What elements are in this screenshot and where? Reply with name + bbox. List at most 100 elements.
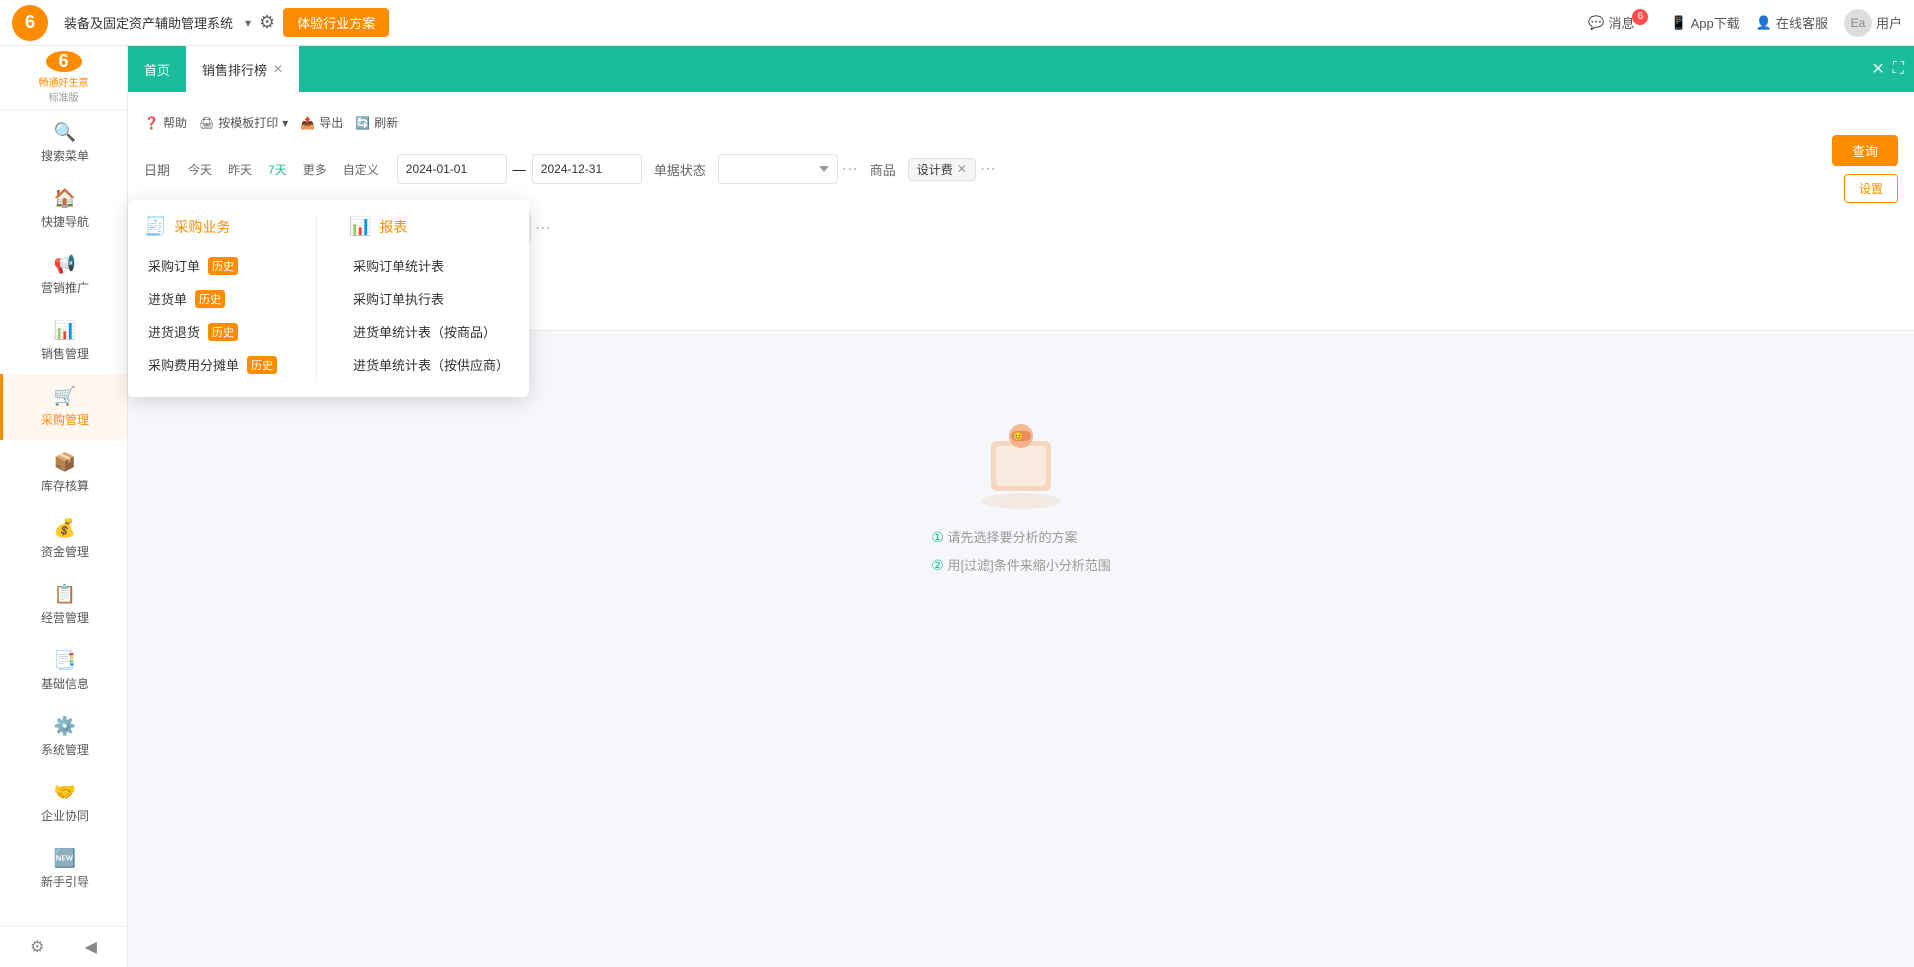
sidebar-item-finance[interactable]: 💰 资金管理 <box>0 506 127 572</box>
menu-item-incoming-return-label: 进货退货 <box>148 322 200 341</box>
system-title: 装备及固定资产辅助管理系统 <box>64 13 233 32</box>
solution-button[interactable]: 体验行业方案 <box>283 8 389 37</box>
refresh-icon: 🔄 <box>355 116 370 130</box>
menu-item-incoming-stat-supplier-label: 进货单统计表（按供应商） <box>353 355 509 374</box>
top-bar-right: 💬 消息 6 📱 App下载 👤 在线客服 Ea 用户 <box>1588 9 1902 37</box>
status-more-icon[interactable]: ⋯ <box>842 159 858 179</box>
top-bar-actions: 体验行业方案 <box>283 8 389 37</box>
sidebar-item-enterprise[interactable]: 🤝 企业协同 <box>0 770 127 836</box>
date-range: — <box>397 154 642 184</box>
history-badge-1: 历史 <box>195 290 225 308</box>
sidebar-label-basic: 基础信息 <box>41 675 89 692</box>
goods-tag-text: 设计费 <box>917 161 953 178</box>
menu-item-purchase-order-stat[interactable]: 采购订单统计表 <box>349 249 513 282</box>
sidebar-label-search: 搜索菜单 <box>41 147 89 164</box>
export-label: 导出 <box>319 114 343 131</box>
goods-tag-close[interactable]: ✕ <box>957 162 967 176</box>
tab-expand-icon[interactable]: ⛶ <box>1893 60 1904 78</box>
purchase-col: 🧾 采购业务 采购订单 历史 进货单 历史 进货退货 历史 采购费用分摊单 历史 <box>144 216 284 381</box>
sidebar-item-quick[interactable]: 🏠 快捷导航 <box>0 176 127 242</box>
empty-icon: 😊 <box>961 411 1081 511</box>
sidebar-item-basic[interactable]: 📑 基础信息 <box>0 638 127 704</box>
inventory-icon: 📦 <box>54 452 76 473</box>
tab-sales-rank[interactable]: 销售排行榜 ✕ <box>186 46 299 92</box>
phone-icon: 📱 <box>1670 15 1686 31</box>
set-button[interactable]: 设置 <box>1844 174 1898 203</box>
tab-close-all-icon[interactable]: ✕ <box>1871 59 1884 79</box>
user-area[interactable]: Ea 用户 <box>1844 9 1902 37</box>
date-end-input[interactable] <box>532 154 642 184</box>
salesperson-more-icon[interactable]: ⋯ <box>535 218 551 238</box>
sidebar-item-operation[interactable]: 📋 经营管理 <box>0 572 127 638</box>
settings-bottom-icon[interactable]: ⚙ <box>30 937 44 957</box>
logo-area: 6 畅通好生意 标准版 <box>0 46 127 110</box>
message-button[interactable]: 💬 消息 6 <box>1588 13 1654 32</box>
menu-item-purchase-fee[interactable]: 采购费用分摊单 历史 <box>144 348 284 381</box>
marketing-icon: 📢 <box>54 254 76 275</box>
empty-illustration: 😊 <box>961 411 1081 511</box>
time-option-today[interactable]: 今天 <box>182 159 218 180</box>
nav-items: 🔍 搜索菜单 🏠 快捷导航 📢 营销推广 📊 销售管理 🛒 采购管 <box>0 110 127 926</box>
system-title-arrow[interactable]: ▾ <box>245 16 251 30</box>
report-col-title: 📊 报表 <box>349 216 513 237</box>
empty-hint-2: ② 用[过滤]条件来缩小分析范围 <box>931 551 1110 579</box>
guide-icon: 🆕 <box>54 848 76 869</box>
print-icon: 🖨 <box>199 116 214 130</box>
time-option-custom[interactable]: 自定义 <box>337 159 385 180</box>
service-icon: 👤 <box>1756 15 1772 31</box>
sidebar-item-marketing[interactable]: 📢 营销推广 <box>0 242 127 308</box>
refresh-button[interactable]: 🔄 刷新 <box>355 114 398 131</box>
query-button[interactable]: 查询 <box>1832 135 1898 166</box>
app-container: 6 装备及固定资产辅助管理系统 ▾ ⚙ 体验行业方案 💬 消息 6 📱 App下… <box>0 0 1914 967</box>
print-button[interactable]: 🖨 按模板打印 ▾ <box>199 114 288 131</box>
brand-subtitle: 标准版 <box>49 89 79 104</box>
sidebar-label-purchase: 采购管理 <box>41 411 89 428</box>
sidebar-item-sales[interactable]: 📊 销售管理 <box>0 308 127 374</box>
sidebar-item-purchase[interactable]: 🛒 采购管理 <box>0 374 127 440</box>
empty-state-text: ① 请先选择要分析的方案 ② 用[过滤]条件来缩小分析范围 <box>931 523 1110 579</box>
svg-text:😊: 😊 <box>1013 432 1023 441</box>
sidebar-item-inventory[interactable]: 📦 库存核算 <box>0 440 127 506</box>
purchase-dropdown-menu: 🧾 采购业务 采购订单 历史 进货单 历史 进货退货 历史 采购费用分摊单 历史 <box>128 200 529 397</box>
sales-icon: 📊 <box>54 320 76 341</box>
sidebar-item-guide[interactable]: 🆕 新手引导 <box>0 836 127 902</box>
menu-item-incoming[interactable]: 进货单 历史 <box>144 282 284 315</box>
sidebar-item-system[interactable]: ⚙️ 系统管理 <box>0 704 127 770</box>
settings-icon[interactable]: ⚙ <box>259 12 275 33</box>
time-option-more[interactable]: 更多 <box>297 159 333 180</box>
menu-item-purchase-order-exec-label: 采购订单执行表 <box>353 289 444 308</box>
purchase-col-title-text: 采购业务 <box>174 217 230 237</box>
tab-home[interactable]: 首页 <box>128 46 186 92</box>
time-option-7days[interactable]: 7天 <box>262 159 293 180</box>
help-button[interactable]: ❓ 帮助 <box>144 114 187 131</box>
collapse-sidebar-icon[interactable]: ◀ <box>85 937 97 957</box>
message-badge: 6 <box>1632 9 1648 25</box>
status-filter-label: 单据状态 <box>654 160 706 179</box>
sidebar-label-system: 系统管理 <box>41 741 89 758</box>
goods-tag: 设计费 ✕ <box>908 158 976 181</box>
menu-item-incoming-stat-goods-label: 进货单统计表（按商品） <box>353 322 496 341</box>
app-download-label: App下载 <box>1691 13 1740 32</box>
print-arrow: ▾ <box>282 116 288 130</box>
menu-item-purchase-order[interactable]: 采购订单 历史 <box>144 249 284 282</box>
sidebar-label-guide: 新手引导 <box>41 873 89 890</box>
export-button[interactable]: 📤 导出 <box>300 114 343 131</box>
app-download-button[interactable]: 📱 App下载 <box>1670 13 1739 32</box>
online-service-button[interactable]: 👤 在线客服 <box>1756 13 1828 32</box>
message-label: 消息 <box>1608 13 1634 32</box>
purchase-col-title: 🧾 采购业务 <box>144 216 284 237</box>
status-filter-select[interactable] <box>718 154 838 184</box>
menu-item-purchase-order-stat-label: 采购订单统计表 <box>353 256 444 275</box>
menu-item-purchase-order-exec[interactable]: 采购订单执行表 <box>349 282 513 315</box>
time-options: 今天 昨天 7天 更多 自定义 <box>182 159 385 180</box>
menu-item-purchase-order-label: 采购订单 <box>148 256 200 275</box>
time-option-yesterday[interactable]: 昨天 <box>222 159 258 180</box>
menu-item-incoming-stat-supplier[interactable]: 进货单统计表（按供应商） <box>349 348 513 381</box>
menu-item-incoming-stat-goods[interactable]: 进货单统计表（按商品） <box>349 315 513 348</box>
tab-close-icon[interactable]: ✕ <box>273 62 283 76</box>
sidebar-item-search[interactable]: 🔍 搜索菜单 <box>0 110 127 176</box>
menu-item-incoming-return[interactable]: 进货退货 历史 <box>144 315 284 348</box>
date-start-input[interactable] <box>397 154 507 184</box>
empty-hint-1: ① 请先选择要分析的方案 <box>931 523 1110 551</box>
goods-more-icon[interactable]: ⋯ <box>980 159 996 179</box>
